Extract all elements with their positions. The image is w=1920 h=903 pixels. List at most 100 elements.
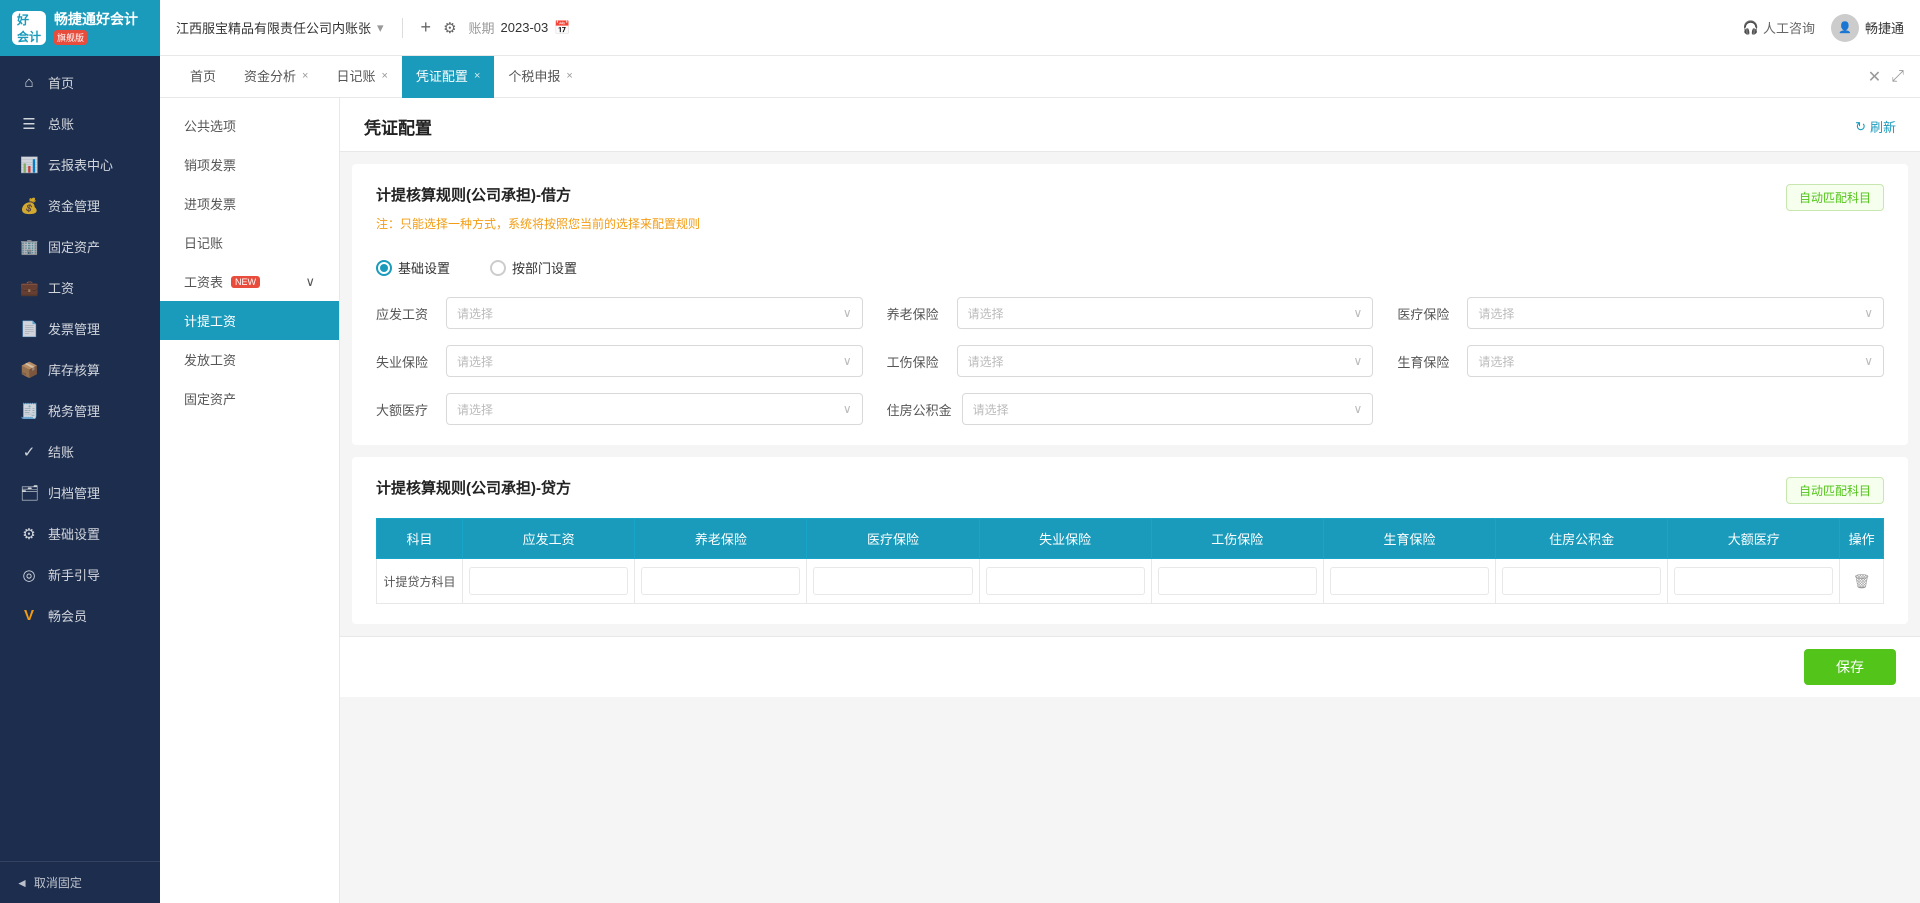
sidebar-label-salary: 工资 xyxy=(48,278,74,297)
tab-voucher-close[interactable]: × xyxy=(474,70,480,82)
left-menu-purchase[interactable]: 进项发票 xyxy=(160,184,339,223)
sidebar-label-assets: 固定资产 xyxy=(48,237,100,256)
left-menu-public[interactable]: 公共选项 xyxy=(160,106,339,145)
sidebar-label-tax: 税务管理 xyxy=(48,401,100,420)
sidebar-label-invoice: 发票管理 xyxy=(48,319,100,338)
input-major-medical[interactable] xyxy=(1674,567,1833,595)
help-button[interactable]: 🎧 人工咨询 xyxy=(1743,18,1815,37)
input-pension[interactable] xyxy=(641,567,800,595)
tab-journal[interactable]: 日记账 × xyxy=(322,56,401,98)
credit-header-row: 计提核算规则(公司承担)-贷方 自动匹配科目 xyxy=(376,477,1884,508)
sidebar-item-tax[interactable]: 🧾 税务管理 xyxy=(0,390,160,431)
select-unemployment[interactable]: 请选择 ∨ xyxy=(446,345,863,377)
input-housing[interactable] xyxy=(1502,567,1661,595)
period-label: 账期 xyxy=(469,18,495,37)
sidebar-nav: ⌂ 首页 ☰ 总账 📊 云报表中心 💰 资金管理 🏢 固定资产 💼 工资 📄 发… xyxy=(0,56,160,861)
sidebar-item-reports[interactable]: 📊 云报表中心 xyxy=(0,144,160,185)
radio-dept[interactable]: 按部门设置 xyxy=(490,258,577,277)
select-major-medical[interactable]: 请选择 ∨ xyxy=(446,393,863,425)
close-window-button[interactable]: ✕ xyxy=(1868,67,1881,87)
save-bar: 保存 xyxy=(340,636,1920,697)
td-salary-input[interactable] xyxy=(463,559,635,604)
sidebar-item-assets[interactable]: 🏢 固定资产 xyxy=(0,226,160,267)
select-housing[interactable]: 请选择 ∨ xyxy=(962,393,1374,425)
left-menu-sales[interactable]: 销项发票 xyxy=(160,145,339,184)
input-medical[interactable] xyxy=(813,567,972,595)
input-unemployment[interactable] xyxy=(986,567,1145,595)
inventory-icon: 📦 xyxy=(20,361,38,379)
radio-basic[interactable]: 基础设置 xyxy=(376,258,450,277)
sidebar-item-home[interactable]: ⌂ 首页 xyxy=(0,62,160,103)
sidebar-item-ledger[interactable]: ☰ 总账 xyxy=(0,103,160,144)
sidebar-item-member[interactable]: V 畅会员 xyxy=(0,595,160,636)
sidebar-item-settings[interactable]: ⚙ 基础设置 xyxy=(0,513,160,554)
td-pension-input[interactable] xyxy=(635,559,807,604)
td-unemployment-input[interactable] xyxy=(979,559,1151,604)
sidebar-cancel-fixed[interactable]: ◄ 取消固定 xyxy=(0,861,160,903)
credit-table-head: 科目 应发工资 养老保险 医疗保险 失业保险 工伤保险 生育保险 住房公积金 大… xyxy=(377,519,1884,559)
period-selector[interactable]: 账期 2023-03 📅 xyxy=(469,18,571,37)
refresh-button[interactable]: ↻ 刷新 xyxy=(1855,117,1896,136)
user-menu[interactable]: 👤 畅捷通 xyxy=(1831,14,1904,42)
add-tab-button[interactable]: + xyxy=(421,17,432,38)
tab-voucher[interactable]: 凭证配置 × xyxy=(402,56,494,98)
tab-home[interactable]: 首页 xyxy=(176,56,230,98)
chevron-down-icon: ∨ xyxy=(843,402,852,416)
sidebar-item-inventory[interactable]: 📦 库存核算 xyxy=(0,349,160,390)
radio-dept-label: 按部门设置 xyxy=(512,258,577,277)
company-selector[interactable]: 江西服宝精品有限责任公司内账张 ▾ xyxy=(176,18,384,37)
sidebar-item-guide[interactable]: ◎ 新手引导 xyxy=(0,554,160,595)
expand-button[interactable]: ⤢ xyxy=(1891,68,1904,86)
left-menu-fixed-assets[interactable]: 固定资产 xyxy=(160,379,339,418)
arrow-left-icon: ◄ xyxy=(16,876,28,890)
td-major-medical-input[interactable] xyxy=(1668,559,1840,604)
debit-auto-match-button[interactable]: 自动匹配科目 xyxy=(1786,184,1884,211)
sidebar-logo: 好会计 畅捷通好会计 旗舰版 xyxy=(0,0,160,56)
sidebar-item-salary[interactable]: 💼 工资 xyxy=(0,267,160,308)
td-housing-input[interactable] xyxy=(1496,559,1668,604)
select-salary[interactable]: 请选择 ∨ xyxy=(446,297,863,329)
td-medical-input[interactable] xyxy=(807,559,979,604)
th-unemployment: 失业保险 xyxy=(979,519,1151,559)
tab-tax[interactable]: 个税申报 × xyxy=(494,56,586,98)
input-salary[interactable] xyxy=(469,567,628,595)
sidebar-item-closing[interactable]: ✓ 结账 xyxy=(0,431,160,472)
td-maternity-input[interactable] xyxy=(1323,559,1495,604)
left-menu-journal[interactable]: 日记账 xyxy=(160,223,339,262)
credit-table-body: 计提贷方科目 🗑 xyxy=(377,559,1884,604)
tab-tax-close[interactable]: × xyxy=(566,70,572,82)
sidebar-item-funds[interactable]: 💰 资金管理 xyxy=(0,185,160,226)
left-menu-pay-salary[interactable]: 发放工资 xyxy=(160,340,339,379)
new-badge: NEW xyxy=(231,276,260,288)
input-injury[interactable] xyxy=(1158,567,1317,595)
sidebar-item-invoice[interactable]: 📄 发票管理 xyxy=(0,308,160,349)
debit-section: 计提核算规则(公司承担)-借方 注：只能选择一种方式，系统将按照您当前的选择来配… xyxy=(352,164,1908,445)
settings-button[interactable]: ⚙ xyxy=(443,19,456,37)
select-maternity[interactable]: 请选择 ∨ xyxy=(1467,345,1884,377)
sidebar-label-inventory: 库存核算 xyxy=(48,360,100,379)
debit-form-grid: 应发工资 请选择 ∨ 养老保险 请选择 ∨ 医疗 xyxy=(376,297,1884,425)
select-medical[interactable]: 请选择 ∨ xyxy=(1467,297,1884,329)
ledger-icon: ☰ xyxy=(20,115,38,133)
refresh-icon: ↻ xyxy=(1855,119,1866,135)
tab-funds-close[interactable]: × xyxy=(302,70,308,82)
td-injury-input[interactable] xyxy=(1151,559,1323,604)
tab-journal-close[interactable]: × xyxy=(381,70,387,82)
radio-group: 基础设置 按部门设置 xyxy=(376,258,1884,277)
logo-text-group: 畅捷通好会计 旗舰版 xyxy=(54,11,138,45)
funds-icon: 💰 xyxy=(20,197,38,215)
left-menu-advance-salary[interactable]: 计提工资 xyxy=(160,301,339,340)
credit-auto-match-button[interactable]: 自动匹配科目 xyxy=(1786,477,1884,504)
content-area: 公共选项 销项发票 进项发票 日记账 工资表 NEW ∨ 计提工资 发放工资 固… xyxy=(160,98,1920,903)
tab-funds[interactable]: 资金分析 × xyxy=(230,56,322,98)
select-pension[interactable]: 请选择 ∨ xyxy=(957,297,1374,329)
sidebar-item-archive[interactable]: 🗂 归档管理 xyxy=(0,472,160,513)
input-maternity[interactable] xyxy=(1330,567,1489,595)
app-name: 畅捷通好会计 xyxy=(54,11,138,28)
left-menu-salary-table[interactable]: 工资表 NEW ∨ xyxy=(160,262,339,301)
save-button[interactable]: 保存 xyxy=(1804,649,1896,685)
delete-icon[interactable]: 🗑 xyxy=(1853,573,1871,589)
label-major-medical: 大额医疗 xyxy=(376,400,436,419)
calendar-icon[interactable]: 📅 xyxy=(554,20,570,36)
select-injury[interactable]: 请选择 ∨ xyxy=(957,345,1374,377)
